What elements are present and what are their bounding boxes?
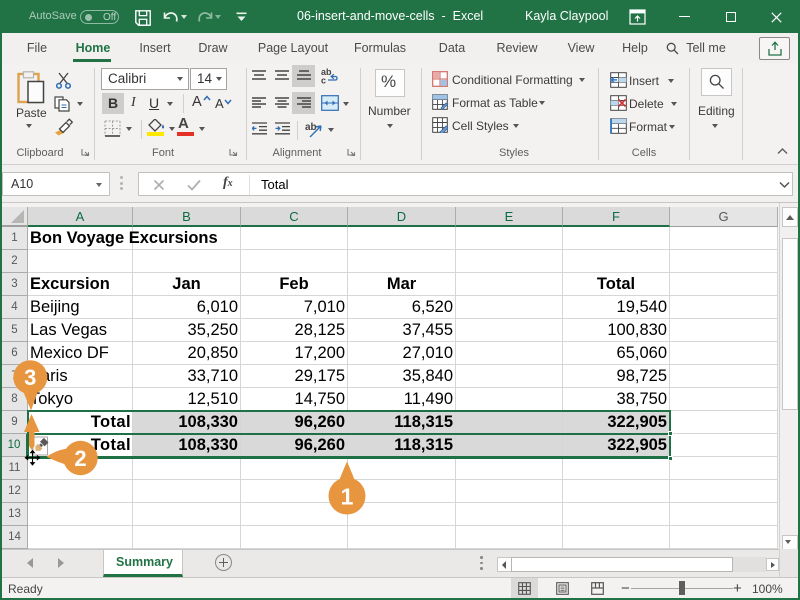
svg-text:3: 3 <box>24 365 36 390</box>
svg-text:1: 1 <box>341 484 354 510</box>
svg-text:2: 2 <box>74 446 86 471</box>
